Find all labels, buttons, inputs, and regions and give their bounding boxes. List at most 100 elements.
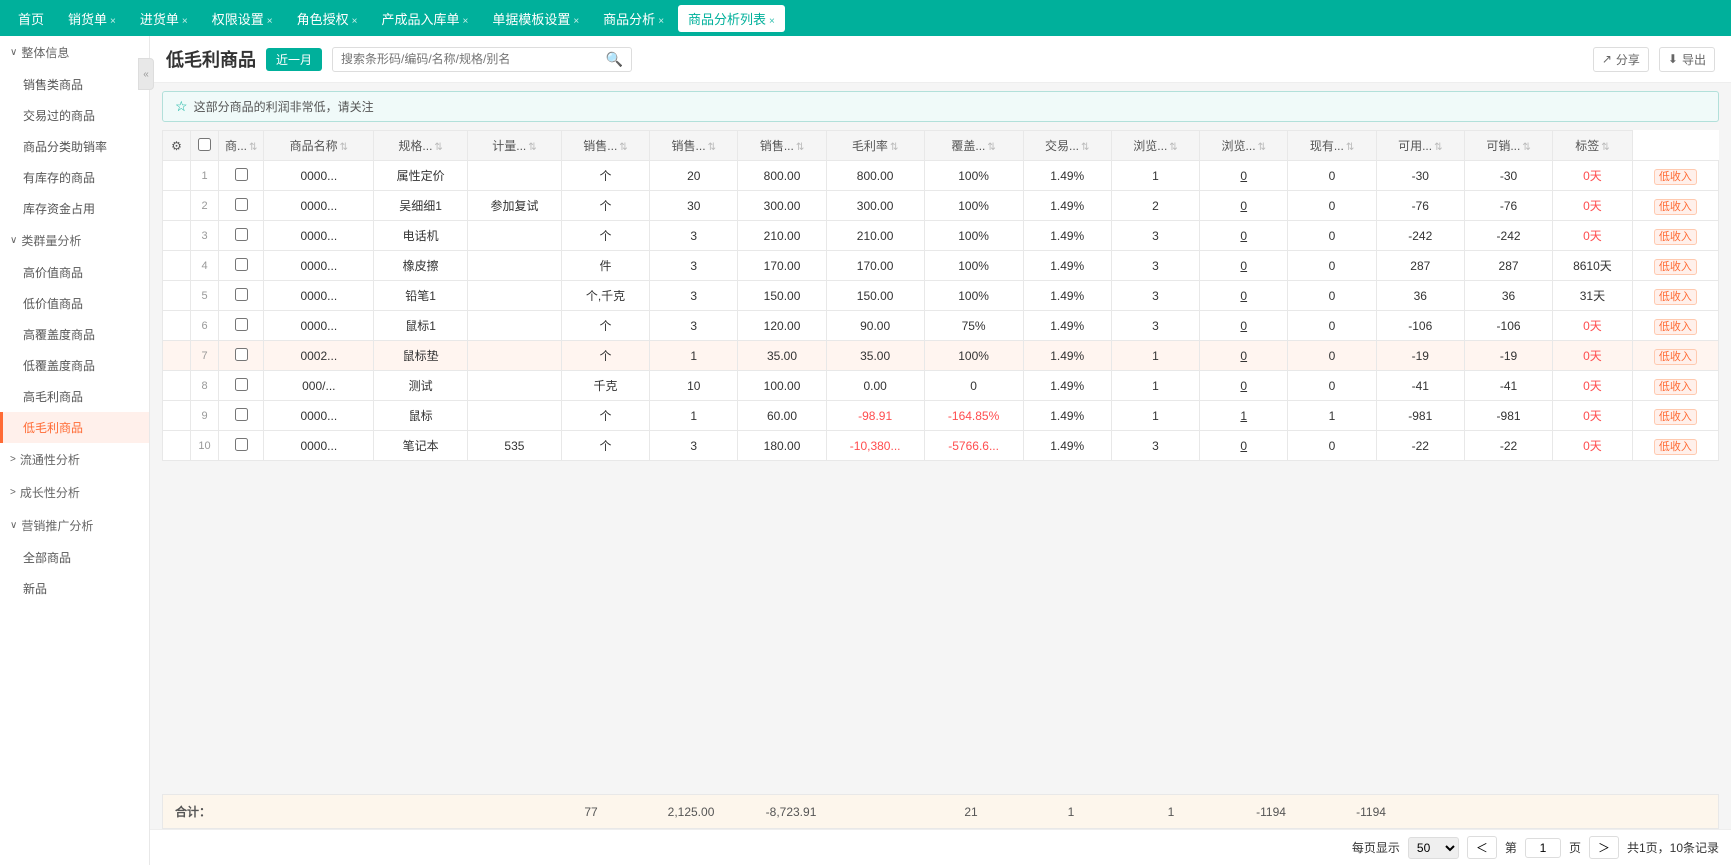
browse2-col-header[interactable]: 浏览...⇅ [1200,131,1288,161]
share-button[interactable]: ↗ 分享 [1593,47,1649,72]
nav-item-商品分析列表[interactable]: 商品分析列表× [678,5,785,32]
sidebar-item-低覆盖度商品[interactable]: 低覆盖度商品 [0,350,149,381]
sidebar-item-全部商品[interactable]: 全部商品 [0,542,149,573]
sidebar-item-库存资金占用[interactable]: 库存资金占用 [0,193,149,224]
browse1-link[interactable]: 0 [1240,229,1247,243]
row-browse1[interactable]: 0 [1200,221,1288,251]
trade-col-header[interactable]: 交易...⇅ [1023,131,1111,161]
browse1-link[interactable]: 0 [1240,379,1247,393]
browse1-col-header[interactable]: 浏览...⇅ [1111,131,1199,161]
current-stock-col-header[interactable]: 现有...⇅ [1288,131,1376,161]
search-icon[interactable]: 🔍 [606,51,623,68]
nav-close-icon[interactable]: × [267,16,273,27]
browse1-link[interactable]: 0 [1240,259,1247,273]
gross-margin-col-header[interactable]: 毛利率⇅ [826,131,924,161]
sale-price-col-header[interactable]: 销售...⇅ [650,131,738,161]
name-col-header[interactable]: 商品名称⇅ [264,131,374,161]
sale-qty-col-header[interactable]: 销售...⇅ [561,131,649,161]
sidebar-item-交易过的商品[interactable]: 交易过的商品 [0,100,149,131]
row-settings[interactable] [163,371,191,401]
search-input[interactable] [341,52,606,66]
row-checkbox[interactable] [219,401,264,431]
nav-item-首页[interactable]: 首页 [8,5,54,32]
row-settings[interactable] [163,251,191,281]
nav-close-icon[interactable]: × [658,16,664,27]
sidebar-item-有库存的商品[interactable]: 有库存的商品 [0,162,149,193]
nav-item-进货单[interactable]: 进货单× [130,5,198,32]
sidebar-item-高毛利商品[interactable]: 高毛利商品 [0,381,149,412]
sidebar-item-低毛利商品[interactable]: 低毛利商品 [0,412,149,443]
browse1-link[interactable]: 0 [1240,289,1247,303]
saleable-days-col-header[interactable]: 可销...⇅ [1464,131,1552,161]
row-browse1[interactable]: 0 [1200,191,1288,221]
sidebar-group-成长性分析[interactable]: >成长性分析 [0,476,149,509]
sidebar-item-低价值商品[interactable]: 低价值商品 [0,288,149,319]
browse1-link[interactable]: 0 [1240,319,1247,333]
row-checkbox[interactable] [219,221,264,251]
row-settings[interactable] [163,431,191,461]
sidebar-item-销售类商品[interactable]: 销售类商品 [0,69,149,100]
row-checkbox[interactable] [219,161,264,191]
sidebar-item-新品[interactable]: 新品 [0,573,149,604]
row-browse1[interactable]: 0 [1200,281,1288,311]
available-stock-col-header[interactable]: 可用...⇅ [1376,131,1464,161]
coverage-col-header[interactable]: 覆盖...⇅ [924,131,1023,161]
per-page-select[interactable]: 50 20 100 [1408,837,1459,859]
nav-close-icon[interactable]: × [769,16,775,27]
row-checkbox[interactable] [219,251,264,281]
select-all-checkbox[interactable] [198,138,211,151]
browse1-link[interactable]: 1 [1240,409,1247,423]
date-filter-button[interactable]: 近一月 [266,48,322,71]
sidebar-group-流通性分析[interactable]: >流通性分析 [0,443,149,476]
nav-item-权限设置[interactable]: 权限设置× [202,5,283,32]
tag-col-header[interactable]: 标签⇅ [1553,131,1633,161]
browse1-link[interactable]: 0 [1240,169,1247,183]
row-settings[interactable] [163,221,191,251]
sidebar-group-整体信息[interactable]: ∨整体信息 [0,36,149,69]
nav-item-产成品入库单[interactable]: 产成品入库单× [371,5,478,32]
checkbox-col-header[interactable] [191,131,219,161]
code-col-header[interactable]: 商...⇅ [219,131,264,161]
row-settings[interactable] [163,401,191,431]
prev-page-button[interactable]: ＜ [1467,836,1497,859]
nav-close-icon[interactable]: × [352,16,358,27]
sidebar-item-高价值商品[interactable]: 高价值商品 [0,257,149,288]
row-browse1[interactable]: 0 [1200,311,1288,341]
table-container[interactable]: ⚙ 商...⇅ 商品名称⇅ 规格...⇅ 计量...⇅ 销售...⇅ 销售...… [162,130,1719,794]
page-number-input[interactable] [1525,838,1561,858]
nav-close-icon[interactable]: × [573,16,579,27]
row-settings[interactable] [163,161,191,191]
sidebar-group-类群量分析[interactable]: ∨类群量分析 [0,224,149,257]
next-page-button[interactable]: ＞ [1589,836,1619,859]
row-checkbox[interactable] [219,311,264,341]
row-browse1[interactable]: 0 [1200,371,1288,401]
nav-item-角色授权[interactable]: 角色授权× [287,5,368,32]
row-browse1[interactable]: 0 [1200,251,1288,281]
browse1-link[interactable]: 0 [1240,199,1247,213]
unit-col-header[interactable]: 计量...⇅ [468,131,562,161]
row-settings[interactable] [163,281,191,311]
row-settings[interactable] [163,341,191,371]
row-checkbox[interactable] [219,431,264,461]
sale-amount-col-header[interactable]: 销售...⇅ [738,131,826,161]
settings-col-header[interactable]: ⚙ [163,131,191,161]
sidebar-item-高覆盖度商品[interactable]: 高覆盖度商品 [0,319,149,350]
nav-item-销货单[interactable]: 销货单× [58,5,126,32]
row-browse1[interactable]: 0 [1200,161,1288,191]
sidebar-group-营销推广分析[interactable]: ∨营销推广分析 [0,509,149,542]
row-browse1[interactable]: 1 [1200,401,1288,431]
nav-close-icon[interactable]: × [110,16,116,27]
browse1-link[interactable]: 0 [1240,349,1247,363]
nav-close-icon[interactable]: × [462,16,468,27]
row-settings[interactable] [163,191,191,221]
spec-col-header[interactable]: 规格...⇅ [374,131,468,161]
row-browse1[interactable]: 0 [1200,431,1288,461]
row-settings[interactable] [163,311,191,341]
nav-item-商品分析[interactable]: 商品分析× [593,5,674,32]
nav-close-icon[interactable]: × [182,16,188,27]
sidebar-collapse-button[interactable]: « [138,58,154,90]
row-checkbox[interactable] [219,371,264,401]
row-checkbox[interactable] [219,341,264,371]
browse1-link[interactable]: 0 [1240,439,1247,453]
row-browse1[interactable]: 0 [1200,341,1288,371]
